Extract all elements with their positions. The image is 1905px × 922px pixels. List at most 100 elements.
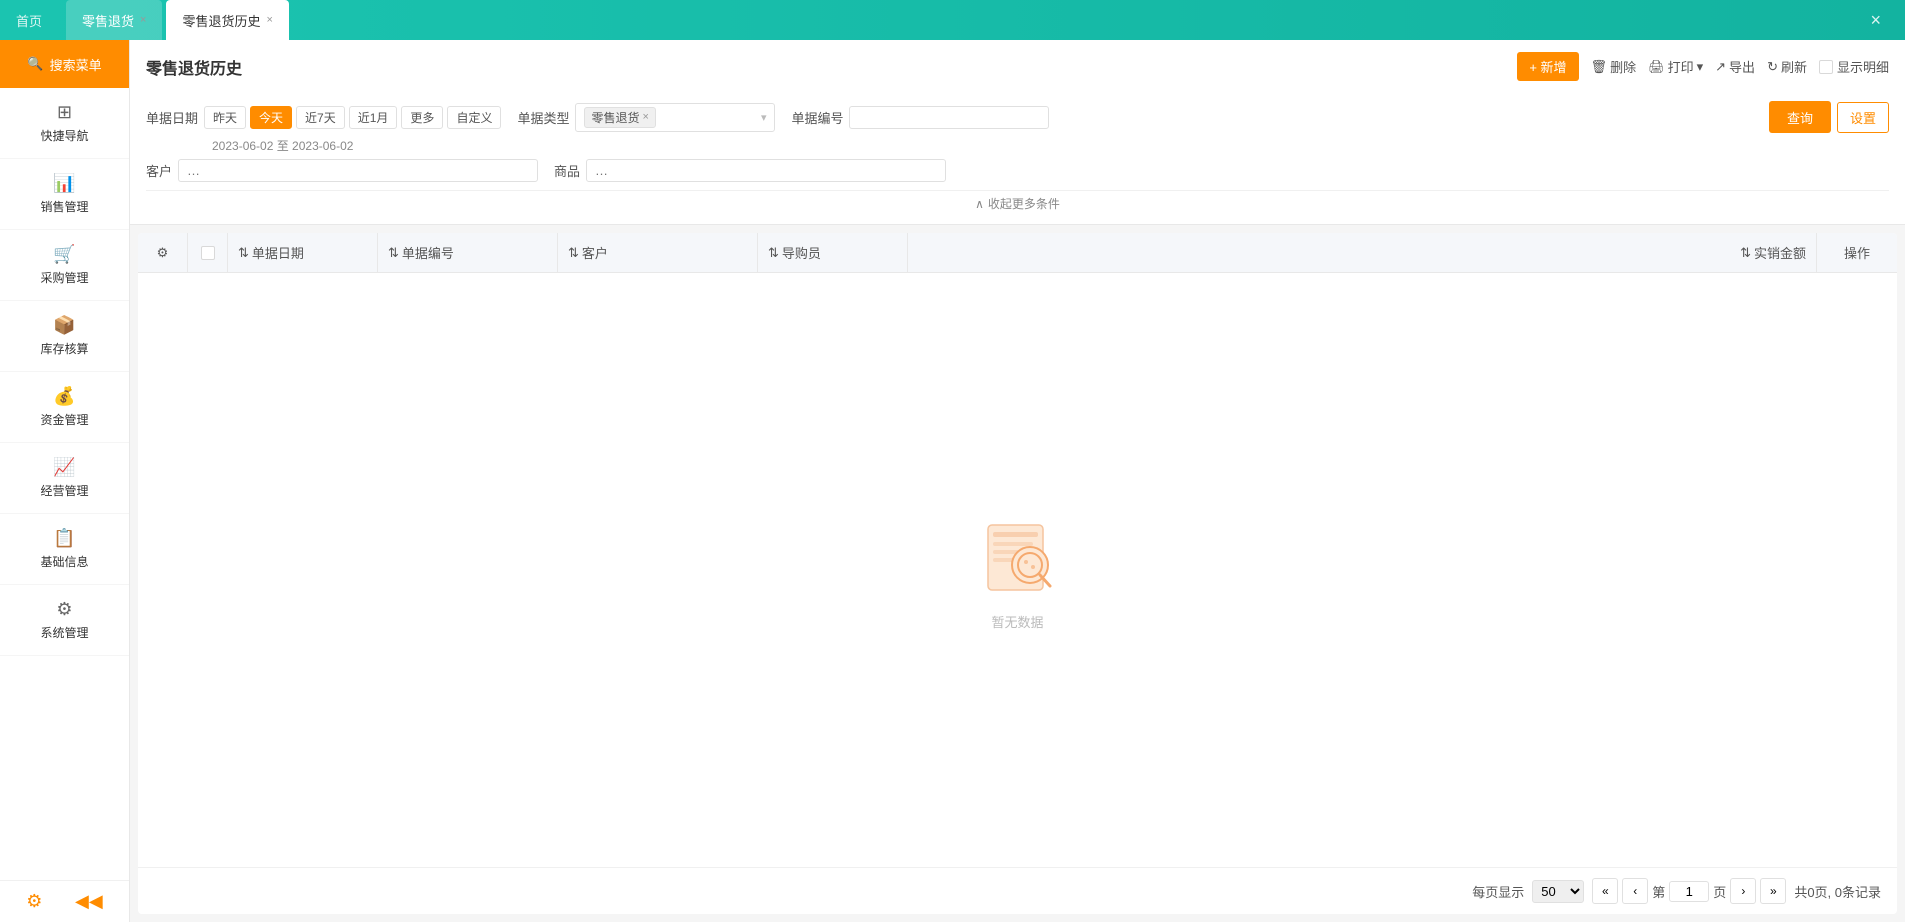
th-checkbox[interactable] <box>188 233 228 272</box>
refresh-icon: ↻ <box>1767 59 1778 75</box>
first-page-button[interactable]: « <box>1592 878 1618 904</box>
date-btn-yesterday[interactable]: 昨天 <box>204 106 246 129</box>
sort-bill-no-icon[interactable]: ⇅ <box>388 245 399 261</box>
doc-no-filter-item: 单据编号 <box>791 106 1049 129</box>
print-button[interactable]: 🖨 打印 ▾ <box>1648 57 1703 76</box>
date-range-text: 2023-06-02 至 2023-06-02 <box>212 139 353 153</box>
sidebar-item-quick-nav-label: 快捷导航 <box>40 127 88 144</box>
date-filter-label: 单据日期 <box>146 108 198 127</box>
volume-icon[interactable]: ◀◀ <box>75 891 103 912</box>
th-op-label: 操作 <box>1844 243 1870 262</box>
table-body: 暂无数据 <box>138 273 1897 867</box>
search-menu-button[interactable]: 🔍 搜索菜单 <box>0 40 129 88</box>
window-close-button[interactable]: × <box>1862 10 1889 31</box>
th-guide: ⇅ 导购员 <box>758 233 908 272</box>
page-size-select[interactable]: 10 20 50 100 <box>1532 880 1584 903</box>
sort-customer-icon[interactable]: ⇅ <box>568 245 579 261</box>
page-title: 零售退货历史 <box>146 55 242 79</box>
sidebar-item-operations[interactable]: 📈 经营管理 <box>0 443 129 514</box>
page-input[interactable] <box>1669 881 1709 902</box>
sidebar-item-inventory[interactable]: 📦 库存核算 <box>0 301 129 372</box>
show-detail-label: 显示明细 <box>1837 57 1889 76</box>
select-all-checkbox[interactable] <box>201 246 215 260</box>
table-header: ⚙ ⇅ 单据日期 ⇅ 单据编号 ⇅ 客户 ⇅ <box>138 233 1897 273</box>
doc-type-dropdown-icon: ▾ <box>761 111 767 124</box>
sidebar-item-purchase-mgmt[interactable]: 🛒 采购管理 <box>0 230 129 301</box>
table-container: ⚙ ⇅ 单据日期 ⇅ 单据编号 ⇅ 客户 ⇅ <box>138 233 1897 914</box>
sidebar-bottom: ⚙ ◀◀ <box>0 880 129 922</box>
date-btn-7days[interactable]: 近7天 <box>296 106 345 129</box>
next-page-button[interactable]: › <box>1730 878 1756 904</box>
date-btn-more[interactable]: 更多 <box>401 106 443 129</box>
th-date-label: 单据日期 <box>252 243 304 262</box>
sidebar-item-sales-mgmt[interactable]: 📊 销售管理 <box>0 159 129 230</box>
page-header: 零售退货历史 + 新增 🗑 删除 🖨 打印 ▾ ↗ 导出 <box>130 40 1905 225</box>
sort-guide-icon[interactable]: ⇅ <box>768 245 779 261</box>
date-btn-custom[interactable]: 自定义 <box>447 106 501 129</box>
detail-checkbox-box[interactable] <box>1819 60 1833 74</box>
goods-label: 商品 <box>554 161 580 180</box>
query-button[interactable]: 查询 <box>1769 101 1831 133</box>
doc-type-tag-close[interactable]: × <box>642 111 648 123</box>
sidebar-item-system-mgmt[interactable]: ⚙ 系统管理 <box>0 585 129 656</box>
empty-state: 暂无数据 <box>968 510 1068 631</box>
sort-date-icon[interactable]: ⇅ <box>238 245 249 261</box>
print-icon: 🖨 <box>1648 59 1665 75</box>
setting-button[interactable]: 设置 <box>1837 102 1889 133</box>
sort-amount-icon[interactable]: ⇅ <box>1740 245 1751 261</box>
page-nav: « ‹ 第 页 › » <box>1592 878 1786 904</box>
doc-type-tag-text: 零售退货 <box>591 109 639 126</box>
sidebar-item-quick-nav[interactable]: ⊞ 快捷导航 <box>0 88 129 159</box>
doc-type-select[interactable]: 零售退货 × ▾ <box>575 103 775 132</box>
th-guide-label: 导购员 <box>782 243 821 262</box>
th-customer-label: 客户 <box>582 243 608 262</box>
doc-type-label: 单据类型 <box>517 108 569 127</box>
new-button[interactable]: + 新增 <box>1517 52 1578 81</box>
tab-retail-return-history[interactable]: 零售退货历史 × <box>166 0 288 40</box>
sidebar-item-basic-info[interactable]: 📋 基础信息 <box>0 514 129 585</box>
top-bar-right: × <box>1862 10 1905 31</box>
last-page-button[interactable]: » <box>1760 878 1786 904</box>
top-bar: 首页 零售退货 × 零售退货历史 × × <box>0 0 1905 40</box>
settings-icon[interactable]: ⚙ <box>26 891 42 912</box>
tab-bar: 首页 零售退货 × 零售退货历史 × <box>0 0 1862 40</box>
prev-page-button[interactable]: ‹ <box>1622 878 1648 904</box>
refresh-button[interactable]: ↻ 刷新 <box>1767 57 1807 76</box>
filter-row-1: 单据日期 昨天 今天 近7天 近1月 更多 自定义 单据类型 <box>146 101 1889 133</box>
page-label-pre: 第 <box>1652 882 1665 901</box>
date-btn-today[interactable]: 今天 <box>250 106 292 129</box>
empty-text: 暂无数据 <box>991 612 1043 631</box>
print-dropdown-icon: ▾ <box>1697 59 1704 75</box>
th-customer: ⇅ 客户 <box>558 233 758 272</box>
doc-type-filter-item: 单据类型 零售退货 × ▾ <box>517 103 775 132</box>
tab-home[interactable]: 首页 <box>0 0 58 40</box>
tab-retail-return-close[interactable]: × <box>140 14 146 26</box>
date-btn-1month[interactable]: 近1月 <box>349 106 398 129</box>
sales-icon: 📊 <box>53 173 75 194</box>
export-icon: ↗ <box>1715 59 1726 75</box>
doc-no-input[interactable] <box>849 106 1049 129</box>
th-date: ⇅ 单据日期 <box>228 233 378 272</box>
tab-retail-return-label: 零售退货 <box>82 11 134 30</box>
delete-button[interactable]: 🗑 删除 <box>1591 57 1637 76</box>
customer-input[interactable] <box>178 159 538 182</box>
inventory-icon: 📦 <box>53 315 75 336</box>
tab-retail-return[interactable]: 零售退货 × <box>66 0 162 40</box>
doc-type-tag: 零售退货 × <box>584 107 655 128</box>
tab-home-label: 首页 <box>16 11 42 30</box>
sidebar-item-purchase-label: 采购管理 <box>40 269 88 286</box>
goods-filter-item: 商品 <box>554 159 946 182</box>
basic-info-icon: 📋 <box>53 528 75 549</box>
customer-label: 客户 <box>146 161 172 180</box>
doc-no-label: 单据编号 <box>791 108 843 127</box>
tab-retail-return-history-close[interactable]: × <box>266 14 272 26</box>
collapse-bar[interactable]: ∧ 收起更多条件 <box>146 190 1889 216</box>
th-settings[interactable]: ⚙ <box>138 233 188 272</box>
delete-icon: 🗑 <box>1591 59 1608 75</box>
goods-input[interactable] <box>586 159 946 182</box>
table-settings-icon[interactable]: ⚙ <box>157 245 169 261</box>
sidebar-item-finance[interactable]: 💰 资金管理 <box>0 372 129 443</box>
export-button[interactable]: ↗ 导出 <box>1715 57 1755 76</box>
show-detail-checkbox[interactable]: 显示明细 <box>1819 57 1889 76</box>
main-layout: 🔍 搜索菜单 ⊞ 快捷导航 📊 销售管理 🛒 采购管理 📦 库存核算 💰 <box>0 40 1905 922</box>
